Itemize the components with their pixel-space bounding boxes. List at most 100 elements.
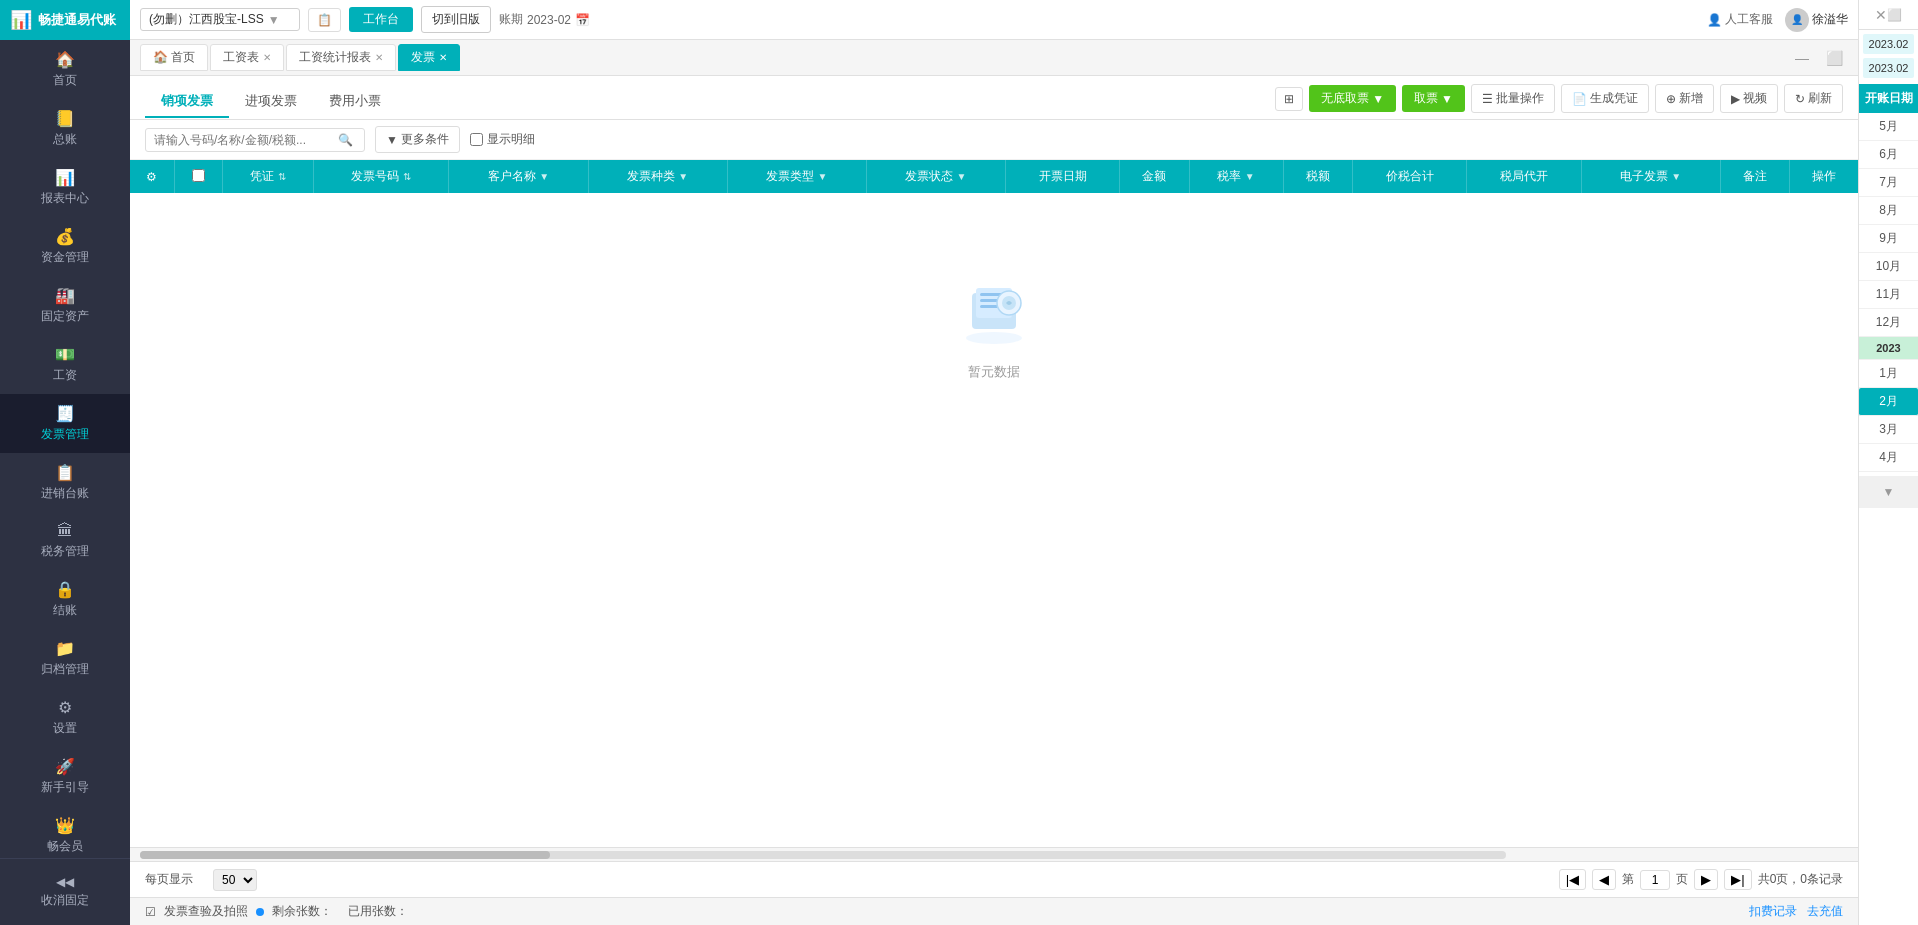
panel-bottom-btn[interactable]: ▼ — [1859, 476, 1918, 508]
batch-op-button[interactable]: ☰ 批量操作 — [1471, 84, 1555, 113]
tab-salary[interactable]: 工资表 ✕ — [210, 44, 284, 71]
month-2022-12[interactable]: 12月 — [1859, 309, 1918, 337]
sidebar-item-funds[interactable]: 💰 资金管理 — [0, 217, 130, 276]
close-tab-salary-stat-icon[interactable]: ✕ — [375, 52, 383, 63]
copy-btn[interactable]: 📋 — [308, 8, 341, 32]
close-tab-invoice-icon[interactable]: ✕ — [439, 52, 447, 63]
company-name: (勿删）江西股宝-LSS — [149, 11, 264, 28]
voucher-icon: 📄 — [1572, 92, 1587, 106]
generate-voucher-button[interactable]: 📄 生成凭证 — [1561, 84, 1649, 113]
show-detail-label[interactable]: 显示明细 — [470, 131, 535, 148]
more-conditions-button[interactable]: ▼ 更多条件 — [375, 126, 460, 153]
sidebar-item-home[interactable]: 🏠 首页 — [0, 40, 130, 99]
grid-settings-button[interactable]: ⊞ — [1275, 87, 1303, 111]
filter-icon: ▼ — [386, 133, 398, 147]
sidebar-bottom: ◀◀ 收消固定 — [0, 858, 130, 925]
th-action: 操作 — [1790, 160, 1858, 193]
per-page-select[interactable]: 50 — [213, 869, 257, 891]
filter-bar: 🔍 ▼ 更多条件 显示明细 — [130, 120, 1858, 160]
first-page-button[interactable]: |◀ — [1559, 869, 1586, 890]
sub-tab-expense[interactable]: 费用小票 — [313, 86, 397, 118]
sidebar-collapse-btn[interactable]: ◀◀ 收消固定 — [5, 867, 125, 917]
panel-collapse-btn[interactable]: ◀ — [1858, 443, 1859, 483]
recharge-link[interactable]: 去充值 — [1807, 903, 1843, 920]
sub-tab-purchase[interactable]: 进项发票 — [229, 86, 313, 118]
month-2023-4[interactable]: 4月 — [1859, 444, 1918, 472]
bottom-arrow-icon: ▼ — [1883, 485, 1895, 499]
top-bar-right: 👤 人工客服 👤 徐溢华 — [1707, 8, 1848, 32]
dropdown-icon: ▼ — [1441, 92, 1453, 106]
new-button[interactable]: ⊕ 新增 — [1655, 84, 1714, 113]
month-2022-9[interactable]: 9月 — [1859, 225, 1918, 253]
period-highlight-2[interactable]: 2023.02 — [1863, 58, 1914, 78]
sidebar-item-label: 新手引导 — [41, 779, 89, 796]
close-tab-salary-icon[interactable]: ✕ — [263, 52, 271, 63]
user-service[interactable]: 👤 人工客服 — [1707, 11, 1773, 28]
sidebar-item-archive[interactable]: 📁 归档管理 — [0, 629, 130, 688]
sidebar-item-invoice[interactable]: 🧾 发票管理 — [0, 394, 130, 453]
month-2023-1[interactable]: 1月 — [1859, 360, 1918, 388]
sidebar-item-label: 首页 — [53, 72, 77, 89]
sidebar-item-label: 归档管理 — [41, 661, 89, 678]
workspace-button[interactable]: 工作台 — [349, 7, 413, 32]
sidebar-item-ledger[interactable]: 📒 总账 — [0, 99, 130, 158]
panel-header[interactable]: 开账日期 — [1859, 84, 1918, 113]
deduct-record-link[interactable]: 扣费记录 — [1749, 903, 1797, 920]
ticket-button[interactable]: 取票 ▼ — [1402, 85, 1465, 112]
sub-tab-sales-label: 销项发票 — [161, 93, 213, 108]
sidebar-item-settings[interactable]: ⚙ 设置 — [0, 688, 130, 747]
sidebar-item-member[interactable]: 👑 畅会员 — [0, 806, 130, 858]
maximize-button[interactable]: ⬜ — [1820, 44, 1848, 72]
search-input[interactable] — [154, 133, 334, 147]
month-2022-10[interactable]: 10月 — [1859, 253, 1918, 281]
page-input[interactable] — [1640, 870, 1670, 890]
last-page-button[interactable]: ▶| — [1724, 869, 1751, 890]
sidebar-item-reports[interactable]: 📊 报表中心 — [0, 158, 130, 217]
sidebar-item-purchase[interactable]: 📋 进销台账 — [0, 453, 130, 512]
tab-home[interactable]: 🏠 首页 — [140, 44, 208, 71]
month-2022-11[interactable]: 11月 — [1859, 281, 1918, 309]
sidebar-item-salary[interactable]: 💵 工资 — [0, 335, 130, 394]
close-panel-button[interactable]: ✕ — [1875, 7, 1887, 23]
prev-page-button[interactable]: ◀ — [1592, 869, 1616, 890]
sidebar-item-closing[interactable]: 🔒 结账 — [0, 570, 130, 629]
month-2023-3[interactable]: 3月 — [1859, 416, 1918, 444]
refresh-button[interactable]: ↻ 刷新 — [1784, 84, 1843, 113]
sidebar-item-assets[interactable]: 🏭 固定资产 — [0, 276, 130, 335]
next-page-button[interactable]: ▶ — [1694, 869, 1718, 890]
search-icon: 🔍 — [338, 133, 353, 147]
period-highlight-1[interactable]: 2023.02 — [1863, 34, 1914, 54]
month-2023-2[interactable]: 2月 — [1859, 388, 1918, 416]
tab-salary-stat[interactable]: 工资统计报表 ✕ — [286, 44, 396, 71]
user-name[interactable]: 👤 徐溢华 — [1785, 8, 1848, 32]
select-all-checkbox[interactable] — [192, 169, 205, 182]
th-checkbox[interactable] — [174, 160, 223, 193]
switch-version-button[interactable]: 切到旧版 — [421, 6, 491, 33]
company-selector[interactable]: (勿删）江西股宝-LSS ▼ — [140, 8, 300, 31]
no-ticket-button[interactable]: 无底取票 ▼ — [1309, 85, 1396, 112]
month-2022-6[interactable]: 6月 — [1859, 141, 1918, 169]
month-2022-8[interactable]: 8月 — [1859, 197, 1918, 225]
pagination-footer: 每页显示 50 |◀ ◀ 第 页 ▶ ▶| 共0页，0条记录 — [130, 861, 1858, 897]
guide-icon: 🚀 — [55, 757, 75, 776]
sidebar-item-tax[interactable]: 🏛 税务管理 — [0, 512, 130, 570]
month-2022-5[interactable]: 5月 — [1859, 113, 1918, 141]
tab-invoice[interactable]: 发票 ✕ — [398, 44, 460, 71]
sidebar-item-label: 报表中心 — [41, 190, 89, 207]
batch-icon: ☰ — [1482, 92, 1493, 106]
dropdown-icon: ▼ — [1372, 92, 1384, 106]
month-2022-7[interactable]: 7月 — [1859, 169, 1918, 197]
user-avatar: 👤 — [1785, 8, 1809, 32]
search-input-wrap[interactable]: 🔍 — [145, 128, 365, 152]
th-settings[interactable]: ⚙ — [130, 160, 174, 193]
show-detail-checkbox[interactable] — [470, 133, 483, 146]
filter-icon: ▼ — [678, 171, 688, 182]
year-2023-label: 2023 — [1859, 337, 1918, 360]
expand-panel-button[interactable]: ⬜ — [1887, 8, 1902, 22]
calendar-icon: 📅 — [575, 13, 590, 27]
sub-tab-sales[interactable]: 销项发票 — [145, 86, 229, 118]
video-button[interactable]: ▶ 视频 — [1720, 84, 1778, 113]
sidebar-item-guide[interactable]: 🚀 新手引导 — [0, 747, 130, 806]
minimize-button[interactable]: — — [1788, 44, 1816, 72]
member-icon: 👑 — [55, 816, 75, 835]
